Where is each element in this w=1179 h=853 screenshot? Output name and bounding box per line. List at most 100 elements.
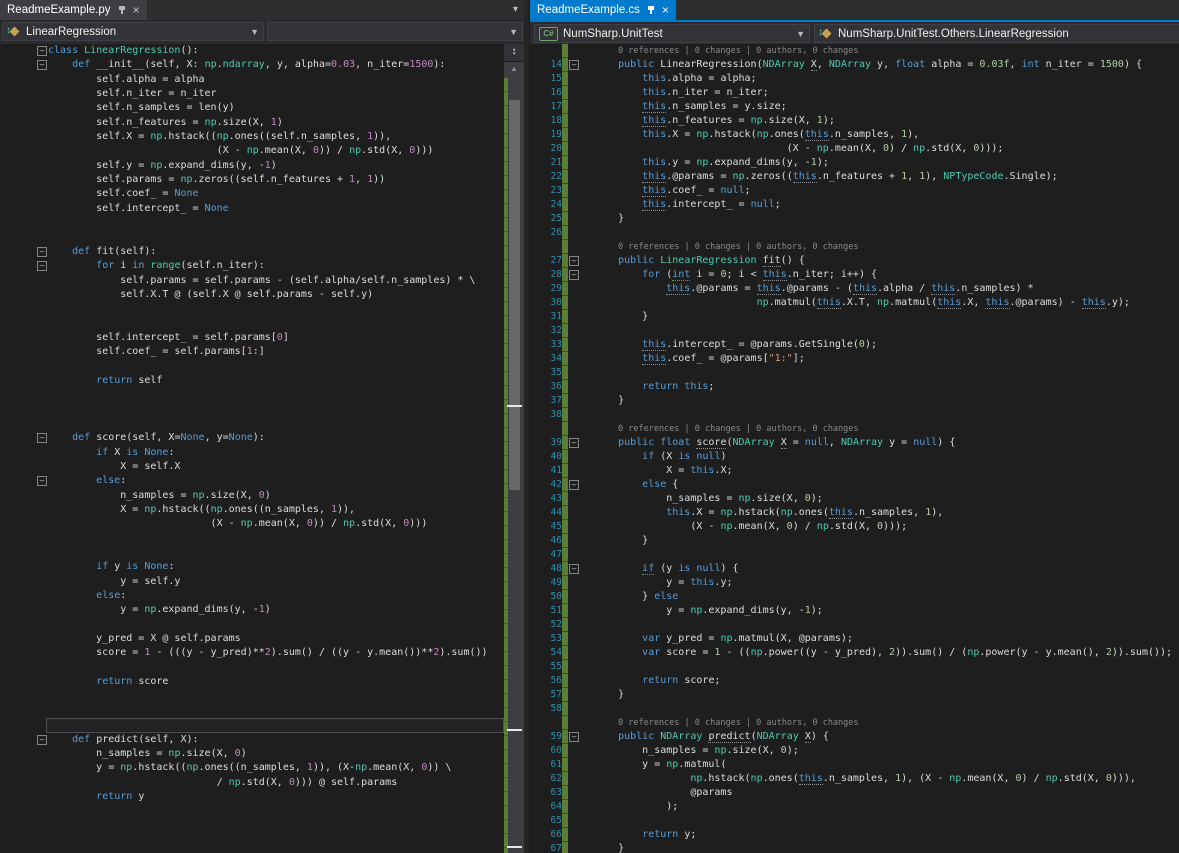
code-line[interactable]: 24 this.intercept_ = null; [530, 198, 1179, 212]
code-line[interactable]: 58 [530, 702, 1179, 716]
code-line[interactable]: 54 var score = 1 - ((np.power((y - y_pre… [530, 646, 1179, 660]
pin-icon[interactable] [647, 5, 656, 15]
code-line[interactable] [0, 388, 530, 402]
code-line[interactable]: (X - np.mean(X, 0)) / np.std(X, 0))) [0, 517, 530, 531]
code-line[interactable]: 21 this.y = np.expand_dims(y, -1); [530, 156, 1179, 170]
code-line[interactable]: X = np.hstack((np.ones((n_samples, 1)), [0, 503, 530, 517]
code-line[interactable]: self.X = np.hstack((np.ones((self.n_samp… [0, 130, 530, 144]
code-line[interactable] [0, 302, 530, 316]
code-line[interactable]: y = np.hstack((np.ones((n_samples, 1)), … [0, 761, 530, 775]
code-line[interactable] [0, 618, 530, 632]
pin-icon[interactable] [118, 5, 127, 15]
fold-collapse-icon[interactable]: – [37, 734, 47, 745]
code-line[interactable]: 45 (X - np.mean(X, 0) / np.std(X, 0))); [530, 520, 1179, 534]
code-line[interactable]: 38 [530, 408, 1179, 422]
code-line[interactable]: 14– public LinearRegression(NDArray X, N… [530, 58, 1179, 72]
code-line[interactable]: – def predict(self, X): [0, 733, 530, 747]
code-line[interactable]: 41 X = this.X; [530, 464, 1179, 478]
code-line[interactable] [0, 704, 530, 718]
code-line[interactable]: 20 (X - np.mean(X, 0) / np.std(X, 0))); [530, 142, 1179, 156]
fold-collapse-icon[interactable]: – [569, 256, 579, 266]
code-line[interactable] [0, 546, 530, 560]
code-line[interactable]: 49 y = this.y; [530, 576, 1179, 590]
code-line[interactable]: 18 this.n_features = np.size(X, 1); [530, 114, 1179, 128]
fold-collapse-icon[interactable]: – [569, 564, 579, 574]
code-line[interactable]: 28– for (int i = 0; i < this.n_iter; i++… [530, 268, 1179, 282]
code-line[interactable]: 51 y = np.expand_dims(y, -1); [530, 604, 1179, 618]
close-icon[interactable]: × [133, 4, 140, 16]
code-line[interactable]: 63 @params [530, 786, 1179, 800]
code-line[interactable] [0, 847, 530, 853]
code-line[interactable] [0, 403, 530, 417]
document-list-chevron-icon[interactable]: ▾ [513, 4, 518, 15]
code-line[interactable]: self.n_features = np.size(X, 1) [0, 116, 530, 130]
code-line[interactable]: 62 np.hstack(np.ones(this.n_samples, 1),… [530, 772, 1179, 786]
code-line[interactable]: 67 } [530, 842, 1179, 853]
code-line[interactable]: self.alpha = alpha [0, 73, 530, 87]
code-line[interactable]: 22 this.@params = np.zeros((this.n_featu… [530, 170, 1179, 184]
member-dropdown[interactable]: ▼ [267, 22, 523, 41]
code-line[interactable]: y = self.y [0, 575, 530, 589]
code-line[interactable]: 29 this.@params = this.@params - (this.a… [530, 282, 1179, 296]
fold-collapse-icon[interactable]: – [569, 480, 579, 490]
code-line[interactable]: if X is None: [0, 446, 530, 460]
code-line[interactable]: else: [0, 589, 530, 603]
code-line[interactable] [0, 689, 530, 703]
vertical-scrollbar[interactable]: ↕ ▲ [504, 44, 524, 853]
code-line[interactable]: 60 n_samples = np.size(X, 0); [530, 744, 1179, 758]
code-line[interactable]: 39– public float score(NDArray X = null,… [530, 436, 1179, 450]
scrollbar-thumb[interactable] [509, 100, 520, 490]
code-line[interactable]: / np.std(X, 0))) @ self.params [0, 776, 530, 790]
code-line[interactable]: return score [0, 675, 530, 689]
code-line[interactable]: self.intercept_ = None [0, 202, 530, 216]
code-line[interactable] [0, 819, 530, 833]
fold-collapse-icon[interactable]: – [37, 46, 47, 56]
fold-collapse-icon[interactable]: – [37, 261, 47, 272]
code-line[interactable]: – def fit(self): [0, 245, 530, 259]
code-line[interactable]: – class LinearRegression(): [0, 44, 530, 58]
fold-collapse-icon[interactable]: – [37, 60, 47, 71]
code-line[interactable]: 34 this.coef_ = @params["1:"]; [530, 352, 1179, 366]
code-line[interactable]: 27– public LinearRegression fit() { [530, 254, 1179, 268]
codelens-row[interactable]: 0 references | 0 changes | 0 authors, 0 … [530, 44, 1179, 58]
code-line[interactable]: 17 this.n_samples = y.size; [530, 100, 1179, 114]
code-line[interactable]: self.coef_ = self.params[1:] [0, 345, 530, 359]
code-line[interactable]: 48– if (y is null) { [530, 562, 1179, 576]
code-line[interactable]: self.coef_ = None [0, 187, 530, 201]
code-editor-python[interactable]: – class LinearRegression(): – def __init__… [0, 44, 530, 853]
code-line[interactable]: n_samples = np.size(X, 0) [0, 489, 530, 503]
code-line[interactable]: y_pred = X @ self.params [0, 632, 530, 646]
code-line[interactable]: 31 } [530, 310, 1179, 324]
codelens-row[interactable]: 0 references | 0 changes | 0 authors, 0 … [530, 240, 1179, 254]
code-line[interactable]: 37 } [530, 394, 1179, 408]
code-line[interactable]: 47 [530, 548, 1179, 562]
code-line[interactable]: 46 } [530, 534, 1179, 548]
code-line[interactable]: 52 [530, 618, 1179, 632]
code-line[interactable]: – for i in range(self.n_iter): [0, 259, 530, 273]
codelens-indicator[interactable]: 0 references | 0 changes | 0 authors, 0 … [594, 46, 859, 56]
code-line[interactable]: 35 [530, 366, 1179, 380]
code-line[interactable]: self.intercept_ = self.params[0] [0, 331, 530, 345]
code-line[interactable]: 26 [530, 226, 1179, 240]
code-line[interactable]: 59– public NDArray predict(NDArray X) { [530, 730, 1179, 744]
tab-readmeexample-cs[interactable]: ReadmeExample.cs × [530, 0, 676, 20]
fold-collapse-icon[interactable]: – [37, 433, 47, 444]
code-line[interactable]: 55 [530, 660, 1179, 674]
code-line[interactable]: 19 this.X = np.hstack(np.ones(this.n_sam… [530, 128, 1179, 142]
fold-collapse-icon[interactable]: – [37, 476, 47, 487]
code-line[interactable]: return y [0, 790, 530, 804]
tab-readmeexample-py[interactable]: ReadmeExample.py × [0, 0, 147, 20]
code-line[interactable]: score = 1 - (((y - y_pred)**2).sum() / (… [0, 646, 530, 660]
code-line[interactable] [0, 661, 530, 675]
code-line[interactable]: 61 y = np.matmul( [530, 758, 1179, 772]
code-line[interactable] [0, 804, 530, 818]
code-line[interactable]: self.X.T @ (self.X @ self.params - self.… [0, 288, 530, 302]
code-line[interactable]: 36 return this; [530, 380, 1179, 394]
splitter-handle-icon[interactable]: ↕ [504, 44, 524, 62]
code-line[interactable] [0, 532, 530, 546]
code-line[interactable]: y = np.expand_dims(y, -1) [0, 603, 530, 617]
codelens-indicator[interactable]: 0 references | 0 changes | 0 authors, 0 … [594, 424, 859, 434]
fold-collapse-icon[interactable]: – [569, 732, 579, 742]
code-line[interactable]: self.n_iter = n_iter [0, 87, 530, 101]
code-line[interactable]: 30 np.matmul(this.X.T, np.matmul(this.X,… [530, 296, 1179, 310]
